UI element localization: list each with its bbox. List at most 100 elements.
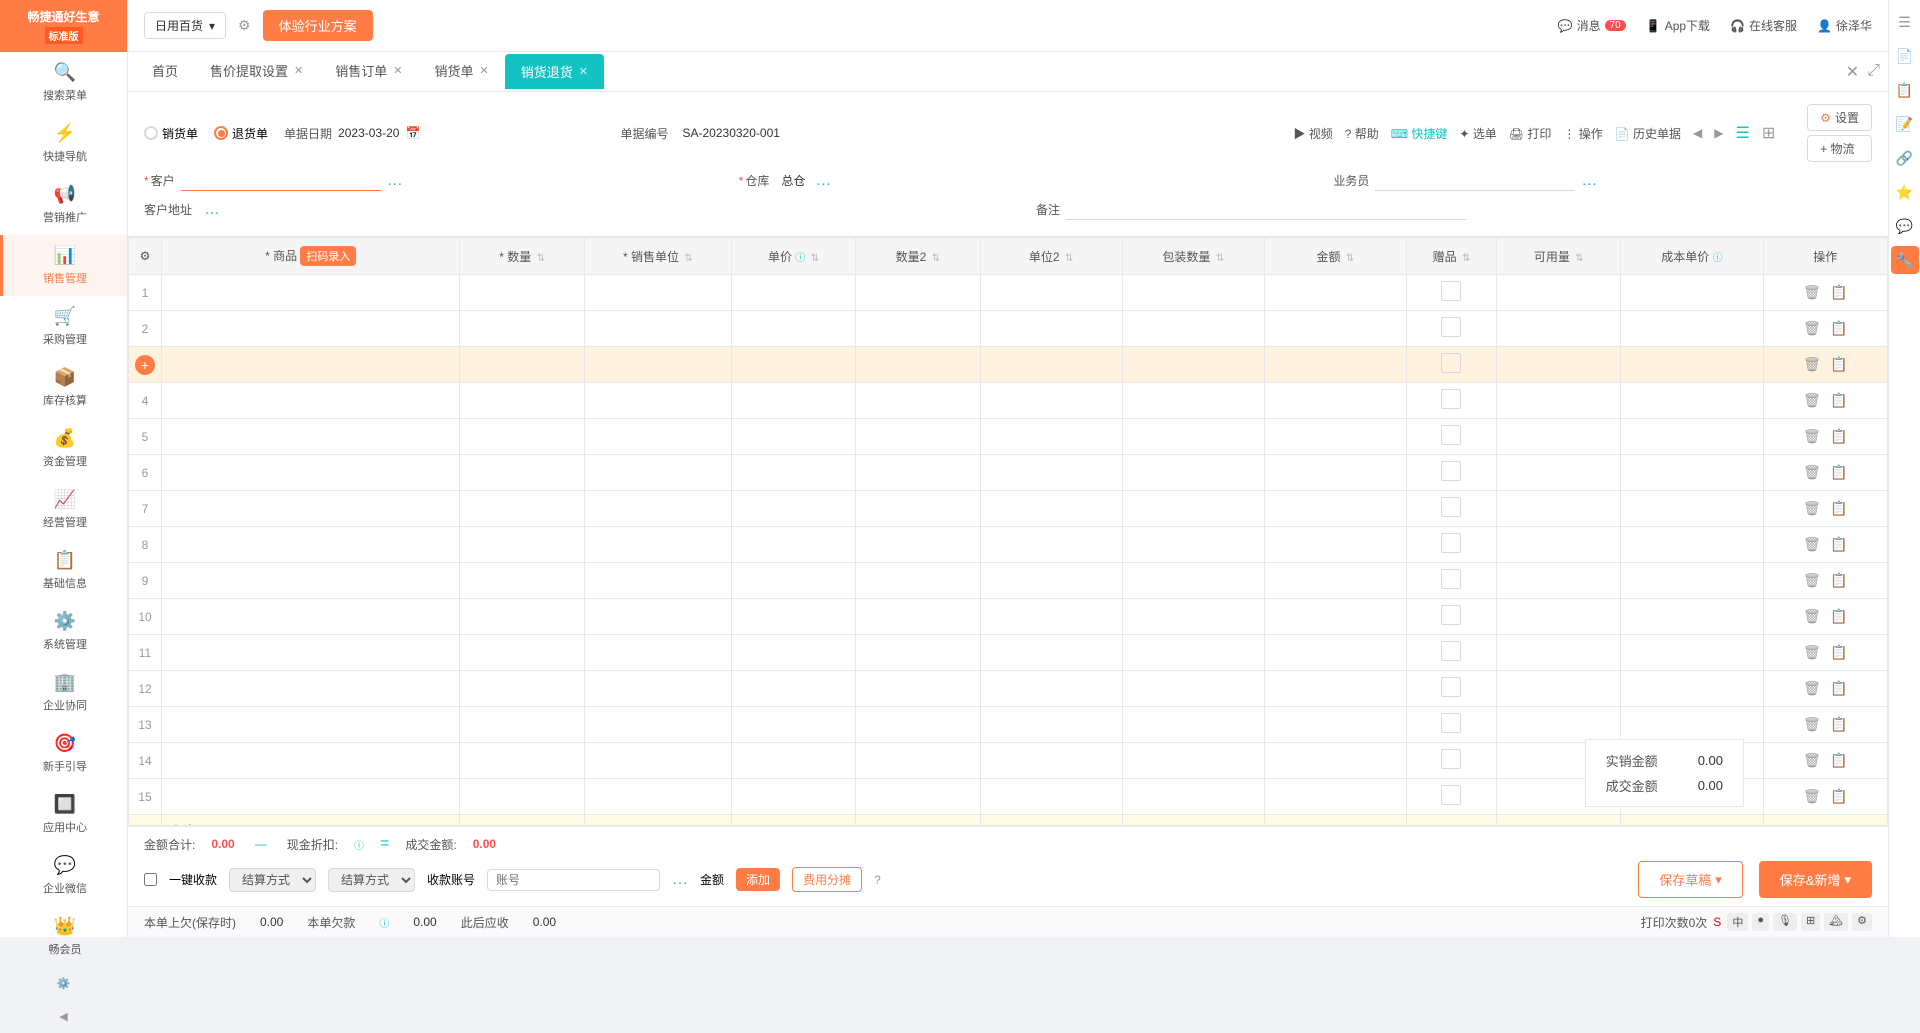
row-12-gift[interactable] bbox=[1406, 671, 1496, 707]
row-1-cost[interactable] bbox=[1621, 275, 1763, 311]
row-2-avail[interactable] bbox=[1497, 311, 1621, 347]
row-11-price[interactable] bbox=[731, 635, 855, 671]
row-2-qty2[interactable] bbox=[856, 311, 980, 347]
row-6-gift[interactable] bbox=[1406, 455, 1496, 491]
row-15-unit[interactable] bbox=[584, 779, 731, 815]
product-input-15[interactable] bbox=[168, 790, 453, 804]
list-view-icon[interactable]: ☰ bbox=[1735, 123, 1749, 143]
customer-dots[interactable]: … bbox=[387, 172, 403, 190]
sidebar-item-search[interactable]: 🔍 搜索菜单 bbox=[0, 52, 127, 113]
row-1-amount[interactable] bbox=[1264, 275, 1406, 311]
copy-icon-11[interactable]: 📋 bbox=[1830, 644, 1847, 660]
salesperson-input[interactable] bbox=[1375, 170, 1575, 191]
right-panel-item-7[interactable]: 💬 bbox=[1891, 212, 1919, 240]
scan-button[interactable]: 扫码录入 bbox=[300, 246, 356, 266]
row-3-pkg[interactable] bbox=[1122, 347, 1264, 383]
row-5-amount[interactable] bbox=[1264, 419, 1406, 455]
gift-checkbox-12[interactable] bbox=[1441, 677, 1461, 697]
copy-icon-15[interactable]: 📋 bbox=[1830, 788, 1847, 804]
calendar-icon[interactable]: 📅 bbox=[405, 126, 420, 140]
row-12-price[interactable] bbox=[731, 671, 855, 707]
row-9-pkg[interactable] bbox=[1122, 563, 1264, 599]
row-15-product[interactable] bbox=[162, 779, 460, 815]
row-6-unit[interactable] bbox=[584, 455, 731, 491]
row-13-cost[interactable] bbox=[1621, 707, 1763, 743]
message-item[interactable]: 💬 消息 70 bbox=[1558, 17, 1626, 34]
row-2-price[interactable] bbox=[731, 311, 855, 347]
row-12-unit2[interactable] bbox=[980, 671, 1122, 707]
right-panel-item-3[interactable]: 📋 bbox=[1891, 76, 1919, 104]
sidebar-item-apps[interactable]: 🔲 应用中心 bbox=[0, 784, 127, 845]
row-3-unit[interactable] bbox=[584, 347, 731, 383]
prev-icon[interactable]: ◀ bbox=[1693, 126, 1702, 140]
product-input-9[interactable] bbox=[168, 574, 453, 588]
row-5-price[interactable] bbox=[731, 419, 855, 455]
row-1-qty[interactable] bbox=[460, 275, 584, 311]
toolbar-print[interactable]: 🖨 打印 bbox=[1509, 125, 1552, 142]
gift-checkbox-8[interactable] bbox=[1441, 533, 1461, 553]
tab-price-settings[interactable]: 售价提取设置 ✕ bbox=[194, 53, 319, 90]
row-5-qty[interactable] bbox=[460, 419, 584, 455]
copy-icon-7[interactable]: 📋 bbox=[1830, 500, 1847, 516]
row-10-unit2[interactable] bbox=[980, 599, 1122, 635]
row-10-price[interactable] bbox=[731, 599, 855, 635]
row-12-amount[interactable] bbox=[1264, 671, 1406, 707]
row-12-pkg[interactable] bbox=[1122, 671, 1264, 707]
row-4-qty[interactable] bbox=[460, 383, 584, 419]
row-1-unit[interactable] bbox=[584, 275, 731, 311]
product-input-10[interactable] bbox=[168, 610, 453, 624]
sidebar-item-operation[interactable]: 📈 经营管理 bbox=[0, 479, 127, 540]
row-5-unit2[interactable] bbox=[980, 419, 1122, 455]
row-8-amount[interactable] bbox=[1264, 527, 1406, 563]
sidebar-item-system[interactable]: ⚙️ 系统管理 bbox=[0, 601, 127, 662]
sidebar-item-purchase[interactable]: 🛒 采购管理 bbox=[0, 296, 127, 357]
row-6-qty[interactable] bbox=[460, 455, 584, 491]
row-6-product[interactable] bbox=[162, 455, 460, 491]
row-8-gift[interactable] bbox=[1406, 527, 1496, 563]
row-11-qty2[interactable] bbox=[856, 635, 980, 671]
row-11-cost[interactable] bbox=[1621, 635, 1763, 671]
row-4-avail[interactable] bbox=[1497, 383, 1621, 419]
row-13-amount[interactable] bbox=[1264, 707, 1406, 743]
row-14-pkg[interactable] bbox=[1122, 743, 1264, 779]
row-1-product[interactable] bbox=[162, 275, 460, 311]
row-4-product[interactable] bbox=[162, 383, 460, 419]
sidebar-item-wechat[interactable]: 💬 企业微信 bbox=[0, 845, 127, 906]
toolbar-operate[interactable]: ⋮ 操作 bbox=[1563, 125, 1602, 142]
account-input[interactable] bbox=[487, 869, 660, 891]
trial-button[interactable]: 体验行业方案 bbox=[263, 10, 373, 41]
sidebar-item-sales[interactable]: 📊 销售管理 bbox=[0, 235, 127, 296]
customer-input[interactable] bbox=[181, 170, 381, 191]
row-13-product[interactable] bbox=[162, 707, 460, 743]
row-3-qty[interactable] bbox=[460, 347, 584, 383]
row-3-qty2[interactable] bbox=[856, 347, 980, 383]
row-11-unit2[interactable] bbox=[980, 635, 1122, 671]
row-12-avail[interactable] bbox=[1497, 671, 1621, 707]
sidebar-item-shortcut[interactable]: ⚡ 快捷导航 bbox=[0, 113, 127, 174]
product-input-12[interactable] bbox=[168, 682, 453, 696]
tab-sales-order-close[interactable]: ✕ bbox=[393, 64, 402, 77]
row-12-cost[interactable] bbox=[1621, 671, 1763, 707]
row-12-qty[interactable] bbox=[460, 671, 584, 707]
product-input-7[interactable] bbox=[168, 502, 453, 516]
delete-icon-9[interactable]: 🗑 bbox=[1803, 572, 1821, 588]
toolbar-select[interactable]: ✦ 选单 bbox=[1459, 125, 1496, 142]
row-10-amount[interactable] bbox=[1264, 599, 1406, 635]
row-15-amount[interactable] bbox=[1264, 779, 1406, 815]
row-2-product[interactable] bbox=[162, 311, 460, 347]
row-8-cost[interactable] bbox=[1621, 527, 1763, 563]
tab-sales-order[interactable]: 销售订单 ✕ bbox=[319, 53, 418, 90]
row-15-gift[interactable] bbox=[1406, 779, 1496, 815]
row-14-qty2[interactable] bbox=[856, 743, 980, 779]
product-input-2[interactable] bbox=[168, 322, 453, 336]
save-new-button[interactable]: 保存&新增 ▾ bbox=[1759, 861, 1872, 898]
row-13-qty2[interactable] bbox=[856, 707, 980, 743]
user-item[interactable]: 👤 徐泽华 bbox=[1817, 17, 1872, 34]
row-2-unit2[interactable] bbox=[980, 311, 1122, 347]
row-5-pkg[interactable] bbox=[1122, 419, 1264, 455]
row-10-qty[interactable] bbox=[460, 599, 584, 635]
tab-sales-close[interactable]: ✕ bbox=[480, 64, 489, 77]
row-3-price[interactable] bbox=[731, 347, 855, 383]
right-panel-item-6[interactable]: ⭐ bbox=[1891, 178, 1919, 206]
add-row-btn[interactable]: + bbox=[135, 355, 155, 375]
